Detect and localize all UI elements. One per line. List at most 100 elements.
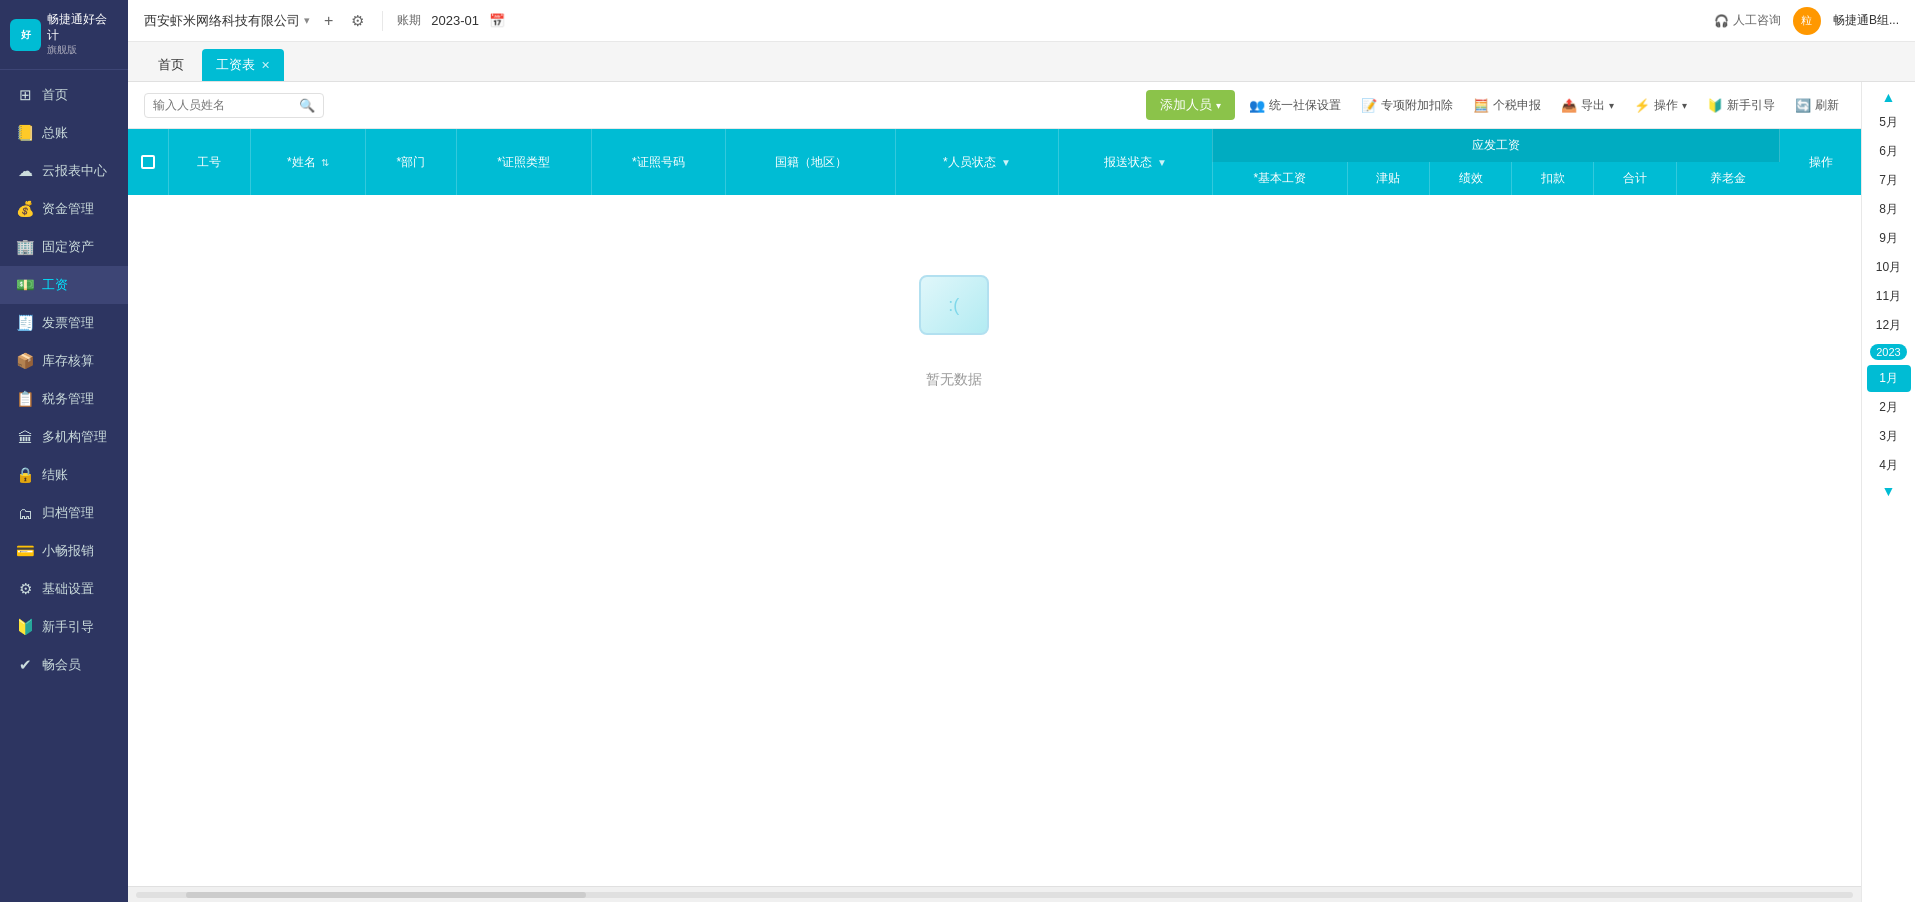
invoice-icon: 🧾 xyxy=(16,314,34,332)
horizontal-scrollbar[interactable] xyxy=(136,892,1853,898)
calendar-icon[interactable]: 📅 xyxy=(489,13,505,28)
empty-state: 暂无数据 xyxy=(128,195,1780,469)
month-up-button[interactable]: ▲ xyxy=(1879,86,1899,108)
company-selector[interactable]: 西安虾米网络科技有限公司 ▾ xyxy=(144,12,310,30)
special-deduct-button[interactable]: 📝 专项附加扣除 xyxy=(1355,93,1459,118)
sidebar-item-vip[interactable]: ✔ 畅会员 xyxy=(0,646,128,684)
sidebar-item-salary[interactable]: 💵 工资 xyxy=(0,266,128,304)
app-sub: 旗舰版 xyxy=(47,43,118,57)
sidebar-item-invoice[interactable]: 🧾 发票管理 xyxy=(0,304,128,342)
month-item-12[interactable]: 12月 xyxy=(1867,312,1911,339)
month-item-6[interactable]: 6月 xyxy=(1867,138,1911,165)
search-icon: 🔍 xyxy=(299,98,315,113)
human-service-button[interactable]: 🎧 人工咨询 xyxy=(1714,12,1781,29)
export-icon: 📤 xyxy=(1561,98,1577,113)
sidebar-item-fixed-assets[interactable]: 🏢 固定资产 xyxy=(0,228,128,266)
th-checkbox xyxy=(128,129,168,195)
month-item-10[interactable]: 10月 xyxy=(1867,254,1911,281)
add-arrow-icon: ▾ xyxy=(1216,100,1221,111)
sidebar-item-guide[interactable]: 🔰 新手引导 xyxy=(0,608,128,646)
special-deduct-icon: 📝 xyxy=(1361,98,1377,113)
sidebar-item-label: 工资 xyxy=(42,276,68,294)
tab-home[interactable]: 首页 xyxy=(144,49,198,81)
year-badge: 2023 xyxy=(1870,344,1906,360)
sidebar-item-inventory[interactable]: 📦 库存核算 xyxy=(0,342,128,380)
th-pension: 养老金 xyxy=(1676,162,1779,195)
sidebar-item-label: 资金管理 xyxy=(42,200,94,218)
month-item-1[interactable]: 1月 xyxy=(1867,365,1911,392)
sidebar-item-tax[interactable]: 📋 税务管理 xyxy=(0,380,128,418)
month-item-4[interactable]: 4月 xyxy=(1867,452,1911,479)
sidebar-item-closing[interactable]: 🔒 结账 xyxy=(0,456,128,494)
salary-icon: 💵 xyxy=(16,276,34,294)
search-input[interactable] xyxy=(153,98,293,112)
sidebar-item-label: 小畅报销 xyxy=(42,542,94,560)
month-item-7[interactable]: 7月 xyxy=(1867,167,1911,194)
add-company-button[interactable]: + xyxy=(320,8,337,34)
th-emp-id: 工号 xyxy=(168,129,250,195)
export-label: 导出 xyxy=(1581,97,1605,114)
chevron-down-icon: ▾ xyxy=(304,14,310,27)
content-main: 🔍 添加人员 ▾ 👥 统一社保设置 📝 专项附加扣除 xyxy=(128,82,1861,902)
add-person-label: 添加人员 xyxy=(1160,96,1212,114)
sidebar-item-cloud-report[interactable]: ☁ 云报表中心 xyxy=(0,152,128,190)
export-arrow-icon: ▾ xyxy=(1609,100,1614,111)
th-deduct: 扣款 xyxy=(1512,162,1594,195)
tab-salary-label: 工资表 xyxy=(216,56,255,74)
toolbar-right: 添加人员 ▾ 👥 统一社保设置 📝 专项附加扣除 🧮 个税申报 xyxy=(1146,90,1845,120)
sidebar-item-expense[interactable]: 💳 小畅报销 xyxy=(0,532,128,570)
operations-button[interactable]: ⚡ 操作 ▾ xyxy=(1628,93,1693,118)
toolbar: 🔍 添加人员 ▾ 👥 统一社保设置 📝 专项附加扣除 xyxy=(128,82,1861,129)
tab-salary-table[interactable]: 工资表 ✕ xyxy=(202,49,284,81)
sidebar-item-settings[interactable]: ⚙ 基础设置 xyxy=(0,570,128,608)
sidebar-item-label: 结账 xyxy=(42,466,68,484)
ledger-icon: 📒 xyxy=(16,124,34,142)
salary-table: 工号 *姓名 ⇅ *部门 *证照类型 *证照号码 国籍（地区） *人员状态 xyxy=(128,129,1861,469)
sidebar-item-multi-org[interactable]: 🏛 多机构管理 xyxy=(0,418,128,456)
tab-close-icon[interactable]: ✕ xyxy=(261,59,270,72)
emp-status-filter-icon[interactable]: ▼ xyxy=(1001,157,1011,168)
th-emp-status: *人员状态 ▼ xyxy=(896,129,1059,195)
sidebar-item-label: 云报表中心 xyxy=(42,162,107,180)
select-all-checkbox[interactable] xyxy=(141,155,155,169)
logo-icon: 好 xyxy=(10,19,41,51)
new-guide-button[interactable]: 🔰 新手引导 xyxy=(1701,93,1781,118)
sidebar-item-general-ledger[interactable]: 📒 总账 xyxy=(0,114,128,152)
search-wrap: 🔍 xyxy=(144,93,324,118)
report-status-filter-icon[interactable]: ▼ xyxy=(1157,157,1167,168)
th-dept: *部门 xyxy=(366,129,457,195)
month-item-11[interactable]: 11月 xyxy=(1867,283,1911,310)
sidebar-item-label: 基础设置 xyxy=(42,580,94,598)
month-item-5[interactable]: 5月 xyxy=(1867,109,1911,136)
month-item-9[interactable]: 9月 xyxy=(1867,225,1911,252)
month-down-button[interactable]: ▼ xyxy=(1879,480,1899,502)
operations-icon: ⚡ xyxy=(1634,98,1650,113)
month-item-2[interactable]: 2月 xyxy=(1867,394,1911,421)
expense-icon: 💳 xyxy=(16,542,34,560)
company-settings-button[interactable]: ⚙ xyxy=(347,8,368,34)
period-label: 账期 xyxy=(397,12,421,29)
refresh-icon: 🔄 xyxy=(1795,98,1811,113)
personal-tax-button[interactable]: 🧮 个税申报 xyxy=(1467,93,1547,118)
month-item-8[interactable]: 8月 xyxy=(1867,196,1911,223)
sidebar-item-fund-mgmt[interactable]: 💰 资金管理 xyxy=(0,190,128,228)
social-security-button[interactable]: 👥 统一社保设置 xyxy=(1243,93,1347,118)
assets-icon: 🏢 xyxy=(16,238,34,256)
month-item-3[interactable]: 3月 xyxy=(1867,423,1911,450)
sidebar: 好 畅捷通好会计 旗舰版 ⊞ 首页 📒 总账 ☁ 云报表中心 💰 资金管理 🏢 … xyxy=(0,0,128,902)
export-button[interactable]: 📤 导出 ▾ xyxy=(1555,93,1620,118)
sidebar-item-label: 库存核算 xyxy=(42,352,94,370)
new-guide-label: 新手引导 xyxy=(1727,97,1775,114)
sidebar-item-home[interactable]: ⊞ 首页 xyxy=(0,76,128,114)
name-sort-icon[interactable]: ⇅ xyxy=(321,157,329,168)
refresh-button[interactable]: 🔄 刷新 xyxy=(1789,93,1845,118)
sidebar-item-archive[interactable]: 🗂 归档管理 xyxy=(0,494,128,532)
period-value: 2023-01 xyxy=(431,13,479,28)
add-person-button[interactable]: 添加人员 ▾ xyxy=(1146,90,1235,120)
content-area: 🔍 添加人员 ▾ 👥 统一社保设置 📝 专项附加扣除 xyxy=(128,82,1915,902)
user-avatar[interactable]: 粒 xyxy=(1793,7,1821,35)
scrollbar-thumb[interactable] xyxy=(186,892,586,898)
sidebar-nav: ⊞ 首页 📒 总账 ☁ 云报表中心 💰 资金管理 🏢 固定资产 💵 工资 🧾 发… xyxy=(0,70,128,902)
sidebar-item-label: 新手引导 xyxy=(42,618,94,636)
cloud-icon: ☁ xyxy=(16,162,34,180)
